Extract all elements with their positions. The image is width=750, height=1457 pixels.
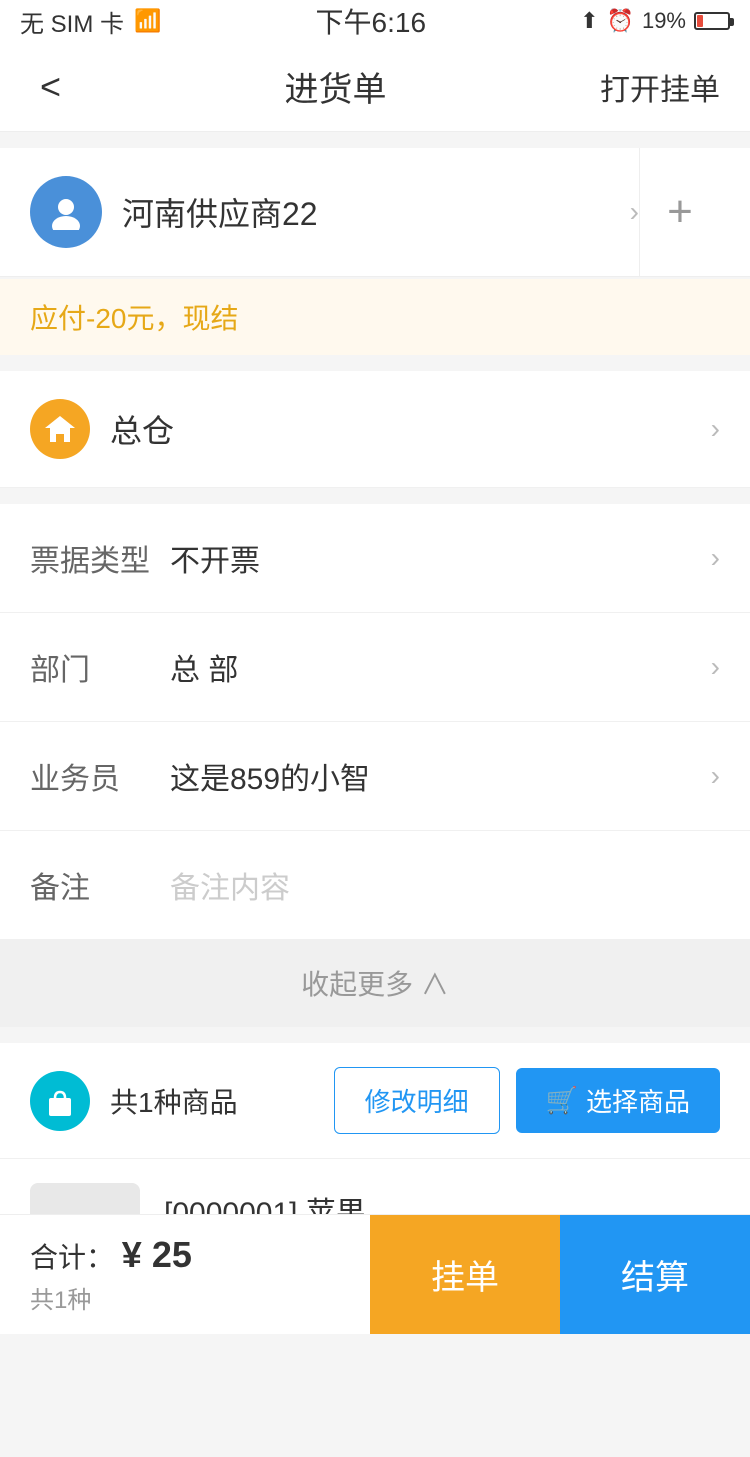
battery-icon xyxy=(694,12,730,30)
status-right: ⬆ ⏰ 19% xyxy=(580,8,730,34)
collapse-label: 收起更多 ∧ xyxy=(301,969,449,1000)
carrier-text: 无 SIM 卡 xyxy=(20,4,124,39)
supplier-selector[interactable]: 河南供应商22 › xyxy=(30,148,640,276)
back-button[interactable]: < xyxy=(30,56,71,118)
chevron-right-icon: › xyxy=(630,196,639,228)
nav-bar: < 进货单 打开挂单 xyxy=(0,42,750,132)
page-title: 进货单 xyxy=(285,62,387,111)
department-value: 总 部 xyxy=(170,645,701,689)
form-section: 票据类型 不开票 › 部门 总 部 › 业务员 这是859的小智 › 备注 备注… xyxy=(0,504,750,939)
select-label: 选择商品 xyxy=(586,1082,690,1119)
salesman-row[interactable]: 业务员 这是859的小智 › xyxy=(0,722,750,831)
person-icon xyxy=(48,194,84,230)
checkout-button[interactable]: 结算 xyxy=(560,1215,750,1334)
invoice-row[interactable]: 票据类型 不开票 › xyxy=(0,504,750,613)
salesman-label: 业务员 xyxy=(30,754,170,798)
select-icon: 🛒 xyxy=(546,1085,578,1116)
total-amount: ¥ 25 xyxy=(122,1234,192,1275)
bottom-bar: 合计： ¥ 25 共1种 挂单 结算 xyxy=(0,1214,750,1334)
chevron-right-icon: › xyxy=(711,651,720,683)
invoice-value: 不开票 xyxy=(170,536,701,580)
status-time: 下午6:16 xyxy=(316,1,427,41)
select-product-button[interactable]: 🛒 选择商品 xyxy=(516,1068,720,1133)
product-count: 共1种商品 xyxy=(110,1081,334,1121)
department-label: 部门 xyxy=(30,645,170,689)
open-pending-button[interactable]: 打开挂单 xyxy=(600,65,720,109)
chevron-right-icon: › xyxy=(711,760,720,792)
status-bar: 无 SIM 卡 📶 下午6:16 ⬆ ⏰ 19% xyxy=(0,0,750,42)
location-icon: ⬆ xyxy=(580,8,598,34)
supplier-avatar xyxy=(30,176,102,248)
home-icon xyxy=(43,412,77,446)
alarm-icon: ⏰ xyxy=(607,8,634,34)
product-icon xyxy=(30,1071,90,1131)
shopping-bag-icon xyxy=(43,1084,77,1118)
total-section: 合计： ¥ 25 共1种 xyxy=(0,1215,370,1334)
remark-input[interactable]: 备注内容 xyxy=(170,863,720,907)
wifi-icon: 📶 xyxy=(134,8,161,34)
add-supplier-button[interactable]: + xyxy=(640,148,720,276)
status-left: 无 SIM 卡 📶 xyxy=(20,4,161,39)
modify-detail-button[interactable]: 修改明细 xyxy=(334,1067,500,1134)
supplier-section: 河南供应商22 › + xyxy=(0,148,750,277)
pending-button[interactable]: 挂单 xyxy=(370,1215,560,1334)
product-header: 共1种商品 修改明细 🛒 选择商品 xyxy=(0,1043,750,1159)
total-label: 合计： xyxy=(30,1242,114,1273)
collapse-bar[interactable]: 收起更多 ∧ xyxy=(0,939,750,1027)
chevron-right-icon: › xyxy=(711,413,720,445)
invoice-label: 票据类型 xyxy=(30,536,170,580)
total-row: 合计： ¥ 25 xyxy=(30,1234,340,1276)
total-count: 共1种 xyxy=(30,1280,340,1315)
supplier-name: 河南供应商22 xyxy=(122,189,620,235)
warning-text: 应付-20元，现结 xyxy=(30,303,238,334)
chevron-right-icon: › xyxy=(711,542,720,574)
department-row[interactable]: 部门 总 部 › xyxy=(0,613,750,722)
warehouse-icon xyxy=(30,399,90,459)
warehouse-section[interactable]: 总仓 › xyxy=(0,371,750,488)
salesman-value: 这是859的小智 xyxy=(170,754,701,798)
remark-row[interactable]: 备注 备注内容 xyxy=(0,831,750,939)
battery-percent: 19% xyxy=(642,8,686,34)
remark-label: 备注 xyxy=(30,863,170,907)
warehouse-name: 总仓 xyxy=(110,406,701,452)
warning-banner: 应付-20元，现结 xyxy=(0,279,750,355)
